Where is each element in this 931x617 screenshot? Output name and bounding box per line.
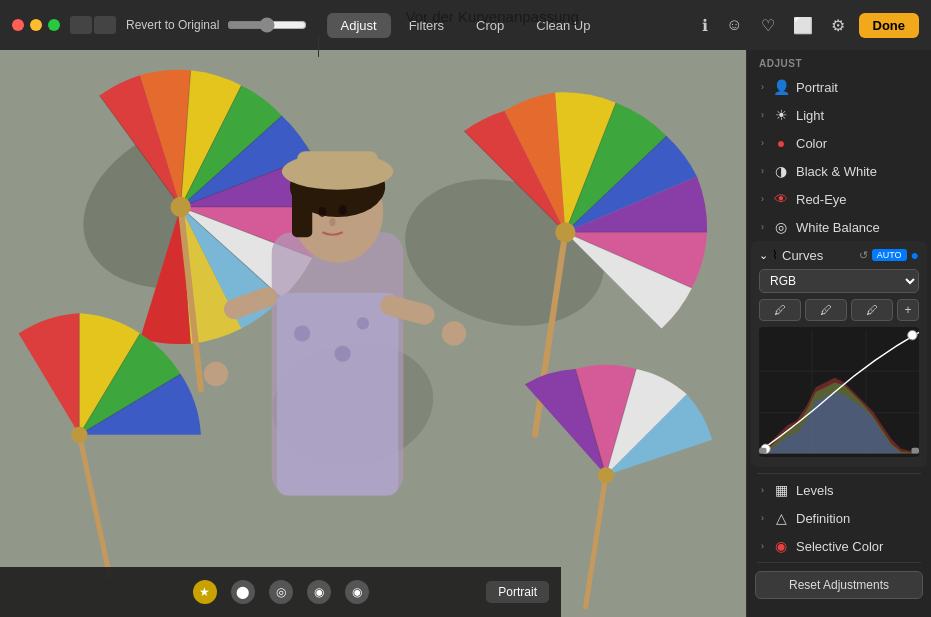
levels-icon: ▦ xyxy=(772,482,790,498)
split-view-btn[interactable] xyxy=(94,16,116,34)
single-view-btn[interactable] xyxy=(70,16,92,34)
info-button[interactable]: ℹ xyxy=(698,14,712,37)
tab-crop[interactable]: Crop xyxy=(462,13,518,38)
chevron-right-icon-levels: › xyxy=(761,485,764,495)
emoji-button[interactable]: ☺ xyxy=(722,14,746,36)
nav-tabs: Adjust Filters Crop Clean Up xyxy=(327,13,605,38)
adjust-item-portrait[interactable]: › 👤 Portrait xyxy=(751,73,927,101)
curves-chevron-down-icon: ⌄ xyxy=(759,249,768,262)
minimize-button[interactable] xyxy=(30,19,42,31)
right-panel: ADJUST › 👤 Portrait › ☀ Light › ● Color … xyxy=(746,50,931,617)
chevron-right-icon-definition: › xyxy=(761,513,764,523)
color-icon: ● xyxy=(772,135,790,151)
auto-badge[interactable]: AUTO xyxy=(872,249,907,261)
reset-adjustments-button[interactable]: Reset Adjustments xyxy=(755,571,923,599)
curves-active-icon: ● xyxy=(911,247,919,263)
svg-rect-47 xyxy=(0,50,746,617)
adjust-item-definition[interactable]: › △ Definition xyxy=(751,504,927,532)
main-content: ★ ⬤ ◎ ◉ ◉ Portrait ADJUST › 👤 Portrait ›… xyxy=(0,50,931,617)
heart-button[interactable]: ♡ xyxy=(757,14,779,37)
toolbar: Revert to Original Adjust Filters Crop C… xyxy=(0,0,931,50)
selective-color-label: Selective Color xyxy=(796,539,883,554)
circle-icon-1[interactable]: ⬤ xyxy=(231,580,255,604)
curves-section: ⌄ ⌇ Curves ↺ AUTO ● RGB Red Green Blue 🖊… xyxy=(751,241,927,467)
svg-rect-54 xyxy=(759,448,767,454)
settings-button[interactable]: ⚙ xyxy=(827,14,849,37)
tab-filters[interactable]: Filters xyxy=(395,13,458,38)
eyedropper-white-btn[interactable]: 🖊 xyxy=(851,299,893,321)
share-button[interactable]: ⬜ xyxy=(789,14,817,37)
light-label: Light xyxy=(796,108,824,123)
chevron-right-icon-wb: › xyxy=(761,222,764,232)
star-icon[interactable]: ★ xyxy=(193,580,217,604)
circle-icon-4[interactable]: ◉ xyxy=(345,580,369,604)
adjust-item-levels[interactable]: › ▦ Levels xyxy=(751,476,927,504)
rgb-select[interactable]: RGB Red Green Blue xyxy=(759,269,919,293)
curves-graph[interactable] xyxy=(759,327,919,457)
chevron-right-icon-color: › xyxy=(761,138,764,148)
fullscreen-button[interactable] xyxy=(48,19,60,31)
wb-icon: ◎ xyxy=(772,219,790,235)
image-area: ★ ⬤ ◎ ◉ ◉ Portrait xyxy=(0,50,746,617)
adjust-item-color[interactable]: › ● Color xyxy=(751,129,927,157)
adjust-item-redeye[interactable]: › 👁 Red-Eye xyxy=(751,185,927,213)
close-button[interactable] xyxy=(12,19,24,31)
circle-icon-3[interactable]: ◉ xyxy=(307,580,331,604)
adjust-item-wb[interactable]: › ◎ White Balance xyxy=(751,213,927,241)
revert-button[interactable]: Revert to Original xyxy=(126,18,219,32)
tab-cleanup[interactable]: Clean Up xyxy=(522,13,604,38)
eyedropper-gray-btn[interactable]: 🖊 xyxy=(805,299,847,321)
done-button[interactable]: Done xyxy=(859,13,920,38)
photo xyxy=(0,50,746,617)
portrait-button[interactable]: Portrait xyxy=(486,581,549,603)
tab-adjust[interactable]: Adjust xyxy=(327,13,391,38)
adjust-item-bw[interactable]: › ◑ Black & White xyxy=(751,157,927,185)
redeye-label: Red-Eye xyxy=(796,192,847,207)
portrait-label: Portrait xyxy=(796,80,838,95)
color-label: Color xyxy=(796,136,827,151)
chevron-right-icon-light: › xyxy=(761,110,764,120)
levels-label: Levels xyxy=(796,483,834,498)
chevron-right-icon-sc: › xyxy=(761,541,764,551)
definition-icon: △ xyxy=(772,510,790,526)
bw-icon: ◑ xyxy=(772,163,790,179)
definition-label: Definition xyxy=(796,511,850,526)
wb-label: White Balance xyxy=(796,220,880,235)
curves-actions: ↺ AUTO ● xyxy=(859,247,919,263)
bottom-bar: ★ ⬤ ◎ ◉ ◉ Portrait xyxy=(0,567,561,617)
adjust-item-light[interactable]: › ☀ Light xyxy=(751,101,927,129)
eyedropper-black-btn[interactable]: 🖊 xyxy=(759,299,801,321)
chevron-right-icon: › xyxy=(761,82,764,92)
panel-header: ADJUST xyxy=(747,50,931,73)
circle-icon-2[interactable]: ◎ xyxy=(269,580,293,604)
portrait-icon: 👤 xyxy=(772,79,790,95)
light-icon: ☀ xyxy=(772,107,790,123)
curves-reset-icon[interactable]: ↺ xyxy=(859,249,868,262)
redeye-icon: 👁 xyxy=(772,191,790,207)
curves-title: Curves xyxy=(782,248,855,263)
chevron-right-icon-bw: › xyxy=(761,166,764,176)
selective-color-icon: ◉ xyxy=(772,538,790,554)
toolbar-right: ℹ ☺ ♡ ⬜ ⚙ Done xyxy=(698,13,919,38)
eyedropper-row: 🖊 🖊 🖊 + xyxy=(759,299,919,321)
bw-label: Black & White xyxy=(796,164,877,179)
divider-2 xyxy=(757,562,921,563)
svg-rect-55 xyxy=(911,448,919,454)
adjust-item-selective-color[interactable]: › ◉ Selective Color xyxy=(751,532,927,560)
add-point-btn[interactable]: + xyxy=(897,299,919,321)
chevron-right-icon-redeye: › xyxy=(761,194,764,204)
svg-point-52 xyxy=(908,330,917,339)
curves-header: ⌄ ⌇ Curves ↺ AUTO ● xyxy=(759,247,919,263)
divider-1 xyxy=(757,473,921,474)
curves-icon: ⌇ xyxy=(772,248,778,262)
traffic-lights xyxy=(12,19,60,31)
view-toggle xyxy=(70,16,116,34)
zoom-slider[interactable] xyxy=(227,17,307,33)
